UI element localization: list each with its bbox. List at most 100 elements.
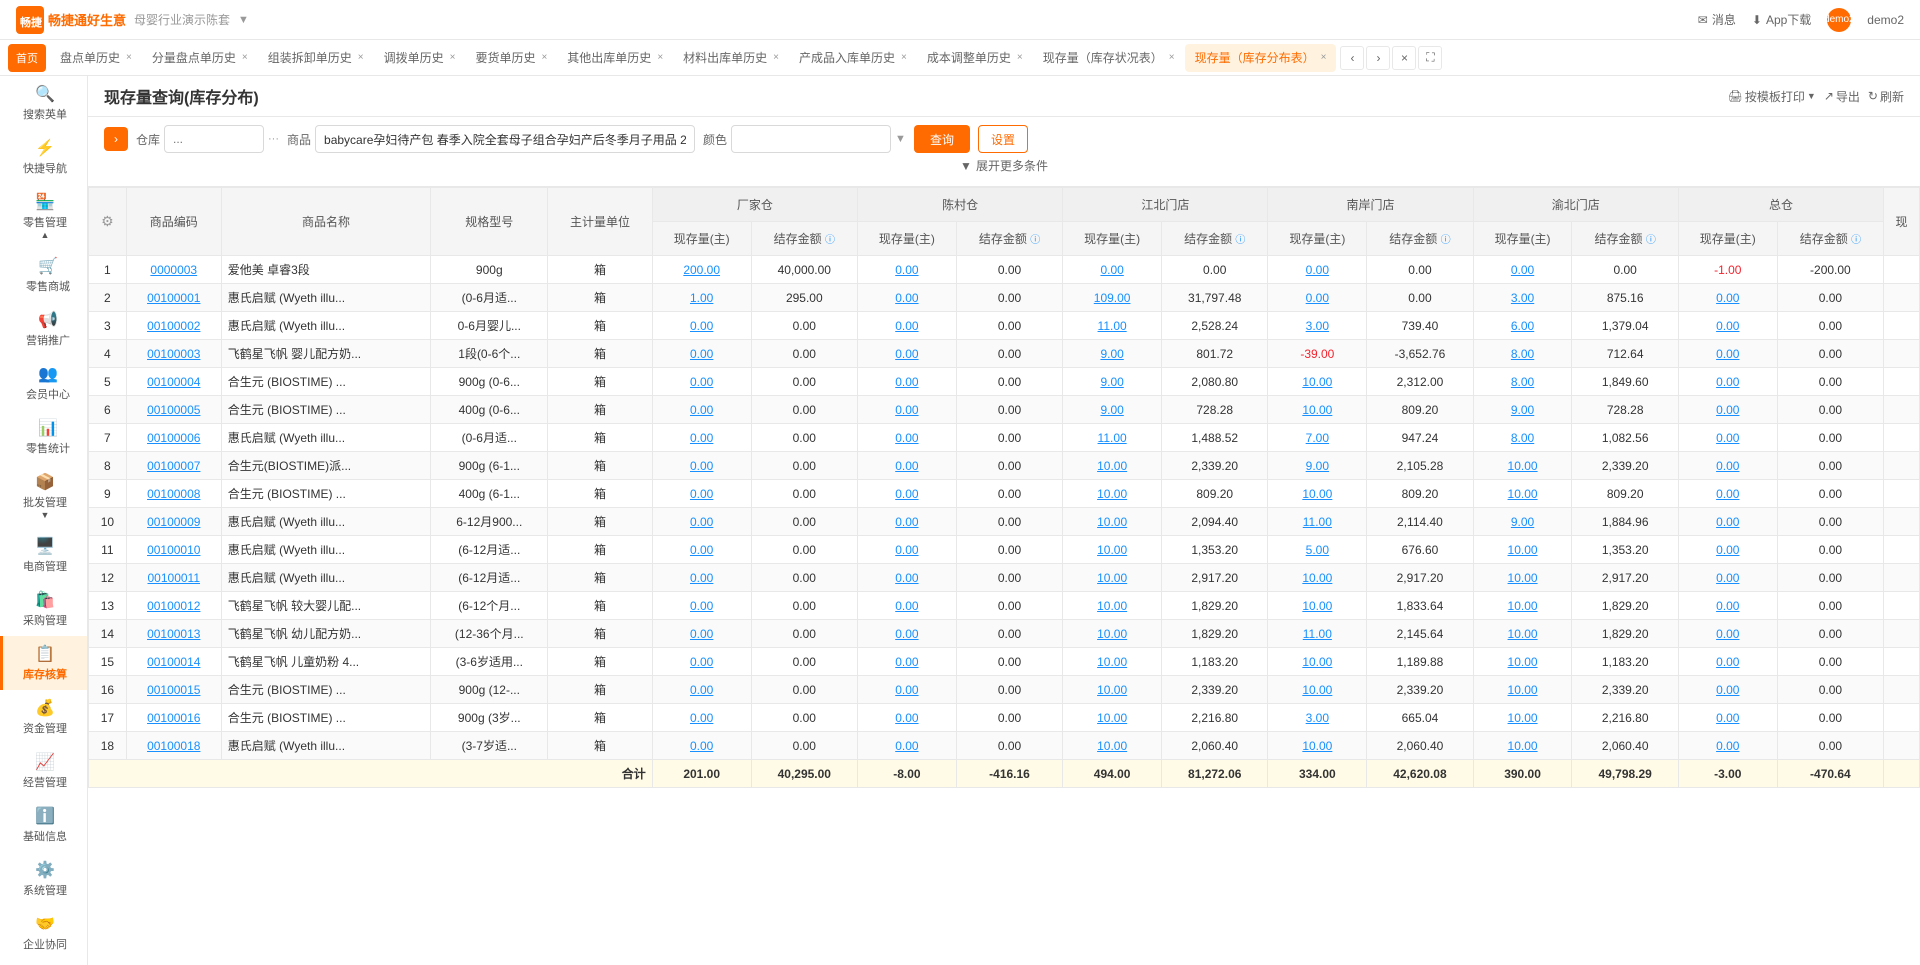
- lightning-icon: ⚡: [7, 138, 83, 158]
- color-dropdown-icon[interactable]: ▼: [895, 133, 906, 145]
- cell-code: 00100008: [126, 480, 221, 508]
- chen-amt-info-icon[interactable]: ⓘ: [1030, 235, 1040, 246]
- sidebar-item-basic[interactable]: ℹ️ 基础信息: [0, 798, 87, 852]
- warehouse-input[interactable]: [164, 125, 264, 153]
- tab-cbtiaozheng[interactable]: 成本调整单历史 ×: [917, 44, 1033, 72]
- tab-close-fenpandian[interactable]: ×: [242, 52, 248, 63]
- cell-jiangbei-amt: 0.00: [1162, 256, 1268, 284]
- query-button[interactable]: 查询: [914, 125, 970, 153]
- cell-total-amt: 0.00: [1777, 620, 1883, 648]
- tab-clchuku[interactable]: 材料出库单历史 ×: [673, 44, 789, 72]
- th-chen-qty: 现存量(主): [858, 222, 957, 256]
- sidebar-item-member[interactable]: 👥 会员中心: [0, 356, 87, 410]
- tab-home[interactable]: 首页: [8, 44, 46, 72]
- table-row: 7 00100006 惠氏启赋 (Wyeth illu... (0-6月适...…: [89, 424, 1920, 452]
- sidebar-item-search[interactable]: 🔍 搜索英单: [0, 76, 87, 130]
- sidebar-item-guide[interactable]: 🎯 新手引导: [0, 960, 87, 965]
- total-amt-info-icon[interactable]: ⓘ: [1851, 235, 1861, 246]
- sidebar-item-ecommerce[interactable]: 🖥️ 电商管理: [0, 528, 87, 582]
- table-container[interactable]: ⚙ 商品编码 商品名称 规格型号 主计量单位 厂家仓 陈村仓 江北门店 南岸门店…: [88, 187, 1920, 965]
- table-row: 3 00100002 惠氏启赋 (Wyeth illu... 0-6月婴儿...…: [89, 312, 1920, 340]
- settings-gear-icon[interactable]: ⚙: [101, 213, 114, 229]
- tab-close-kccunfenbu[interactable]: ×: [1321, 52, 1327, 63]
- cell-jiangbei-qty: 9.00: [1063, 368, 1162, 396]
- cell-factory-qty: 0.00: [652, 536, 751, 564]
- tab-diaob[interactable]: 调拨单历史 ×: [374, 44, 466, 72]
- cell-total-amt: 0.00: [1777, 452, 1883, 480]
- tab-close-clchuku[interactable]: ×: [773, 52, 779, 63]
- tab-close-zuzhuang[interactable]: ×: [358, 52, 364, 63]
- tab-close-yaohuo[interactable]: ×: [541, 52, 547, 63]
- cell-current: [1884, 368, 1920, 396]
- factory-amt-info-icon[interactable]: ⓘ: [825, 235, 835, 246]
- tab-qitachuku[interactable]: 其他出库单历史 ×: [557, 44, 673, 72]
- tab-kccunzhuangkuang[interactable]: 现存量（库存状况表） ×: [1033, 44, 1185, 72]
- tab-close-cbtiaozheng[interactable]: ×: [1017, 52, 1023, 63]
- sidebar-item-retailstat[interactable]: 📊 零售统计: [0, 410, 87, 464]
- summary-jiangbei-amt: 81,272.06: [1162, 760, 1268, 788]
- cell-jiangbei-qty: 10.00: [1063, 732, 1162, 760]
- sidebar-item-inventory[interactable]: 📋 库存核算: [0, 636, 87, 690]
- sidebar-item-purchase[interactable]: 🛍️ 采购管理: [0, 582, 87, 636]
- cell-nanan-qty: 10.00: [1268, 732, 1367, 760]
- tab-close-all-btn[interactable]: ×: [1392, 46, 1416, 70]
- cell-unit: 箱: [548, 592, 653, 620]
- cell-yubei-qty: 8.00: [1473, 424, 1572, 452]
- cell-factory-amt: 0.00: [751, 340, 857, 368]
- tab-pandian[interactable]: 盘点单历史 ×: [50, 44, 142, 72]
- tab-zuzhuang[interactable]: 组装拆卸单历史 ×: [258, 44, 374, 72]
- sidebar-item-system[interactable]: ⚙️ 系统管理: [0, 852, 87, 906]
- page-header: 现存量查询(库存分布) 🖨 按模板打印 ▼ ↗ 导出 ↻ 刷新: [88, 76, 1920, 117]
- cell-name: 惠氏启赋 (Wyeth illu...: [221, 732, 431, 760]
- cell-nanan-qty: -39.00: [1268, 340, 1367, 368]
- cell-factory-qty: 0.00: [652, 732, 751, 760]
- cell-factory-qty: 1.00: [652, 284, 751, 312]
- cell-spec: (6-12月适...: [431, 564, 548, 592]
- cell-factory-qty: 0.00: [652, 368, 751, 396]
- cell-no: 4: [89, 340, 127, 368]
- warehouse-more-btn[interactable]: ···: [268, 133, 279, 145]
- print-btn[interactable]: 🖨 按模板打印 ▼: [1728, 88, 1816, 105]
- tab-close-chanpin[interactable]: ×: [901, 52, 907, 63]
- tab-fullscreen-btn[interactable]: ⛶: [1418, 46, 1442, 70]
- tab-close-pandian[interactable]: ×: [126, 52, 132, 63]
- th-settings[interactable]: ⚙: [89, 188, 127, 256]
- tab-kccunfenbu[interactable]: 现存量（库存分布表） ×: [1185, 44, 1337, 72]
- tab-chanpin[interactable]: 产成品入库单历史 ×: [789, 44, 917, 72]
- goods-input[interactable]: [315, 125, 695, 153]
- avatar[interactable]: demo2: [1827, 8, 1851, 32]
- sidebar-item-retailshop[interactable]: 🛒 零售商城: [0, 248, 87, 302]
- sidebar-item-wholesale[interactable]: 📦 批发管理 ▼: [0, 464, 87, 528]
- nanan-amt-info-icon[interactable]: ⓘ: [1441, 235, 1451, 246]
- tab-next-btn[interactable]: ›: [1366, 46, 1390, 70]
- export-btn[interactable]: ↗ 导出: [1824, 88, 1860, 105]
- expand-more-btn[interactable]: ▼ 展开更多条件: [104, 153, 1904, 178]
- cell-no: 5: [89, 368, 127, 396]
- sidebar-item-collab[interactable]: 🤝 企业协同: [0, 906, 87, 960]
- th-jiangbei-qty: 现存量(主): [1063, 222, 1162, 256]
- tab-close-qitachuku[interactable]: ×: [657, 52, 663, 63]
- cell-nanan-amt: 1,833.64: [1367, 592, 1473, 620]
- sidebar-item-quicknav[interactable]: ⚡ 快捷导航: [0, 130, 87, 184]
- refresh-btn[interactable]: ↻ 刷新: [1868, 88, 1904, 105]
- messages-btn[interactable]: ✉ 消息: [1698, 11, 1736, 28]
- tab-yaohuo[interactable]: 要货单历史 ×: [465, 44, 557, 72]
- tab-fenpandian[interactable]: 分量盘点单历史 ×: [142, 44, 258, 72]
- appdown-btn[interactable]: ⬇ App下载: [1752, 11, 1811, 28]
- cell-chen-amt: 0.00: [956, 648, 1062, 676]
- cell-yubei-qty: 10.00: [1473, 732, 1572, 760]
- sidebar-item-ops[interactable]: 📈 经营管理: [0, 744, 87, 798]
- sidebar-item-retail[interactable]: 🏪 零售管理 ▲: [0, 184, 87, 248]
- money-icon: 💰: [7, 698, 83, 718]
- color-input[interactable]: [731, 125, 891, 153]
- sidebar-item-marketing[interactable]: 📢 营销推广: [0, 302, 87, 356]
- settings-button[interactable]: 设置: [978, 125, 1028, 153]
- cell-chen-amt: 0.00: [956, 424, 1062, 452]
- jiangbei-amt-info-icon[interactable]: ⓘ: [1235, 235, 1245, 246]
- toggle-expand-btn[interactable]: ›: [104, 127, 128, 151]
- tab-close-kccunzhuangkuang[interactable]: ×: [1169, 52, 1175, 63]
- tab-close-diaob[interactable]: ×: [450, 52, 456, 63]
- sidebar-item-finance[interactable]: 💰 资金管理: [0, 690, 87, 744]
- tab-prev-btn[interactable]: ‹: [1340, 46, 1364, 70]
- yubei-amt-info-icon[interactable]: ⓘ: [1646, 235, 1656, 246]
